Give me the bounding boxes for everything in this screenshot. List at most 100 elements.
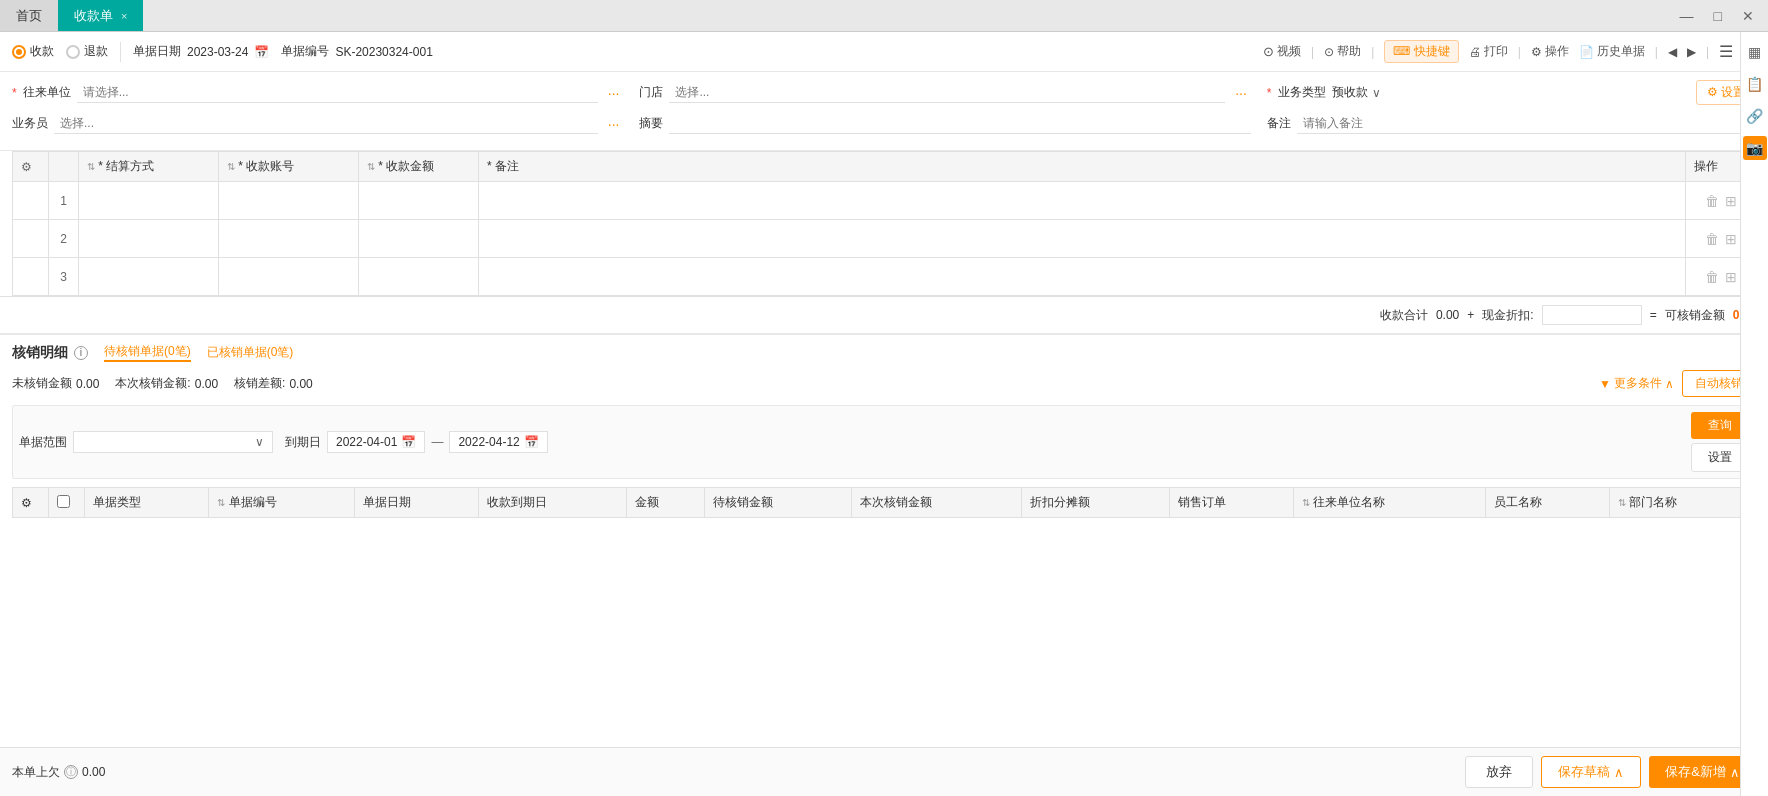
verify-info-icon[interactable]: i bbox=[74, 346, 88, 360]
toolbar: 收款 退款 单据日期 2023-03-24 📅 单据编号 SK-20230324… bbox=[0, 32, 1768, 72]
history-btn[interactable]: 📄 历史单据 bbox=[1579, 43, 1645, 60]
row2-copy-icon[interactable]: ⊞ bbox=[1725, 231, 1737, 247]
filter-range-select[interactable]: ∨ bbox=[73, 431, 273, 453]
row1-copy-icon[interactable]: ⊞ bbox=[1725, 193, 1737, 209]
row1-settlement[interactable] bbox=[79, 182, 219, 220]
row2-settlement[interactable] bbox=[79, 220, 219, 258]
partner-input[interactable] bbox=[77, 82, 598, 103]
row1-account[interactable] bbox=[219, 182, 359, 220]
salesman-more-btn[interactable]: ··· bbox=[604, 116, 624, 132]
row2-delete-icon[interactable]: 🗑 bbox=[1705, 231, 1719, 247]
sub-th-discount-label: 折扣分摊额 bbox=[1030, 495, 1090, 509]
radio-collection[interactable]: 收款 bbox=[12, 43, 54, 60]
operation-btn[interactable]: ⚙ 操作 bbox=[1531, 43, 1569, 60]
remark-field: 备注 bbox=[1267, 113, 1756, 134]
business-type-select[interactable]: 预收款 ∨ bbox=[1332, 84, 1690, 101]
window-min-btn[interactable]: — bbox=[1674, 6, 1700, 26]
video-icon: ⊙ bbox=[1263, 44, 1274, 59]
save-draft-btn[interactable]: 保存草稿 ∧ bbox=[1541, 756, 1641, 788]
tab-collection[interactable]: 收款单 × bbox=[58, 0, 143, 31]
sub-gear-icon: ⚙ bbox=[21, 496, 32, 510]
sub-th-sales-order: 销售订单 bbox=[1169, 488, 1293, 518]
list-view-btn[interactable]: ☰ bbox=[1719, 42, 1733, 61]
row3-amount[interactable] bbox=[359, 258, 479, 296]
row2-remark[interactable] bbox=[479, 220, 1686, 258]
verify-tab-pending[interactable]: 待核销单据(0笔) bbox=[104, 343, 191, 362]
save-new-label: 保存&新增 bbox=[1665, 763, 1726, 781]
sub-th-number-label: 单据编号 bbox=[229, 495, 277, 509]
row3-account[interactable] bbox=[219, 258, 359, 296]
sub-th-due-date: 收款到期日 bbox=[479, 488, 626, 518]
summary-input[interactable] bbox=[669, 113, 1250, 134]
row1-amount[interactable] bbox=[359, 182, 479, 220]
type-radio-group: 收款 退款 bbox=[12, 43, 108, 60]
more-conditions-btn[interactable]: ▼ 更多条件 ∧ bbox=[1599, 375, 1674, 392]
th-settings[interactable]: ⚙ bbox=[13, 152, 49, 182]
abandon-btn[interactable]: 放弃 bbox=[1465, 756, 1533, 788]
filter-date-start-picker[interactable]: 2022-04-01 📅 bbox=[327, 431, 425, 453]
help-btn[interactable]: ⊙ 帮助 bbox=[1324, 43, 1361, 60]
nav-left-btn[interactable]: ◀ bbox=[1668, 45, 1677, 59]
filter-date-end-picker[interactable]: 2022-04-12 📅 bbox=[449, 431, 547, 453]
verify-header-row: ⚙ 单据类型 ⇅ 单据编号 单据日期 bbox=[13, 488, 1756, 518]
row1-remark[interactable] bbox=[479, 182, 1686, 220]
table-row: 1 🗑 ⊞ bbox=[13, 182, 1756, 220]
sub-th-current-label: 本次核销金额 bbox=[860, 495, 932, 509]
discount-input[interactable] bbox=[1542, 305, 1642, 325]
verify-tab-done[interactable]: 已核销单据(0笔) bbox=[207, 344, 294, 361]
row3-settlement[interactable] bbox=[79, 258, 219, 296]
remark-input[interactable] bbox=[1297, 113, 1756, 134]
verify-section: 核销明细 i 待核销单据(0笔) 已核销单据(0笔) 未核销金额 0.00 本次… bbox=[0, 333, 1768, 747]
toolbar-right-actions: ⊙ 视频 | ⊙ 帮助 | ⌨ 快捷键 🖨 打印 | ⚙ 操作 bbox=[1263, 40, 1756, 63]
filter-range-arrow: ∨ bbox=[255, 435, 264, 449]
stat-unverified: 未核销金额 0.00 bbox=[12, 375, 99, 392]
draft-arrow-icon: ∧ bbox=[1614, 765, 1624, 780]
verify-title-text: 核销明细 bbox=[12, 344, 68, 362]
th-settlement: ⇅ * 结算方式 bbox=[79, 152, 219, 182]
sub-th-settings[interactable]: ⚙ bbox=[13, 488, 49, 518]
th-remark: * 备注 bbox=[479, 152, 1686, 182]
tab-home-label: 首页 bbox=[16, 7, 42, 25]
sidebar-doc-icon[interactable]: 📋 bbox=[1743, 72, 1767, 96]
remark-label: 备注 bbox=[1267, 115, 1291, 132]
sidebar-table-icon[interactable]: ▦ bbox=[1743, 40, 1767, 64]
sub-th-current: 本次核销金额 bbox=[852, 488, 1022, 518]
partner-more-btn[interactable]: ··· bbox=[604, 85, 624, 101]
tab-close-icon[interactable]: × bbox=[121, 10, 127, 22]
nav-right-btn[interactable]: ▶ bbox=[1687, 45, 1696, 59]
radio-refund-dot bbox=[66, 45, 80, 59]
window-max-btn[interactable]: □ bbox=[1708, 6, 1728, 26]
date-label: 单据日期 bbox=[133, 43, 181, 60]
th-remark-label: * 备注 bbox=[487, 159, 519, 173]
tab-home[interactable]: 首页 bbox=[0, 0, 58, 31]
number-value[interactable]: SK-20230324-001 bbox=[335, 45, 432, 59]
sidebar-link-icon[interactable]: 🔗 bbox=[1743, 104, 1767, 128]
verify-tab-done-label: 已核销单据(0笔) bbox=[207, 345, 294, 359]
radio-refund[interactable]: 退款 bbox=[66, 43, 108, 60]
sidebar-camera-icon[interactable]: 📷 bbox=[1743, 136, 1767, 160]
help-icon: ⊙ bbox=[1324, 45, 1334, 59]
date-value[interactable]: 2023-03-24 bbox=[187, 45, 248, 59]
salesman-input[interactable] bbox=[54, 113, 598, 134]
print-btn[interactable]: 🖨 打印 bbox=[1469, 43, 1508, 60]
video-btn[interactable]: ⊙ 视频 bbox=[1263, 43, 1301, 60]
sub-th-amount: 金额 bbox=[626, 488, 704, 518]
store-input[interactable] bbox=[669, 82, 1225, 103]
calendar-icon[interactable]: 📅 bbox=[254, 45, 269, 59]
row2-amount[interactable] bbox=[359, 220, 479, 258]
row3-remark[interactable] bbox=[479, 258, 1686, 296]
row1-delete-icon[interactable]: 🗑 bbox=[1705, 193, 1719, 209]
main-area: 收款 退款 单据日期 2023-03-24 📅 单据编号 SK-20230324… bbox=[0, 32, 1768, 796]
sub-checkbox-all[interactable] bbox=[57, 495, 70, 508]
shortcut-btn[interactable]: ⌨ 快捷键 bbox=[1384, 40, 1458, 63]
row3-copy-icon[interactable]: ⊞ bbox=[1725, 269, 1737, 285]
table-header-row: ⚙ ⇅ * 结算方式 ⇅ * 收款账号 ⇅ * 收款金额 bbox=[13, 152, 1756, 182]
sub-th-checkbox[interactable] bbox=[49, 488, 85, 518]
bottom-info-icon[interactable]: ⓘ bbox=[64, 765, 78, 779]
row3-delete-icon[interactable]: 🗑 bbox=[1705, 269, 1719, 285]
sub-th-date: 单据日期 bbox=[355, 488, 479, 518]
store-more-btn[interactable]: ··· bbox=[1231, 85, 1251, 101]
row2-account[interactable] bbox=[219, 220, 359, 258]
th-account-label: * 收款账号 bbox=[238, 159, 294, 173]
window-close-btn[interactable]: ✕ bbox=[1736, 6, 1760, 26]
